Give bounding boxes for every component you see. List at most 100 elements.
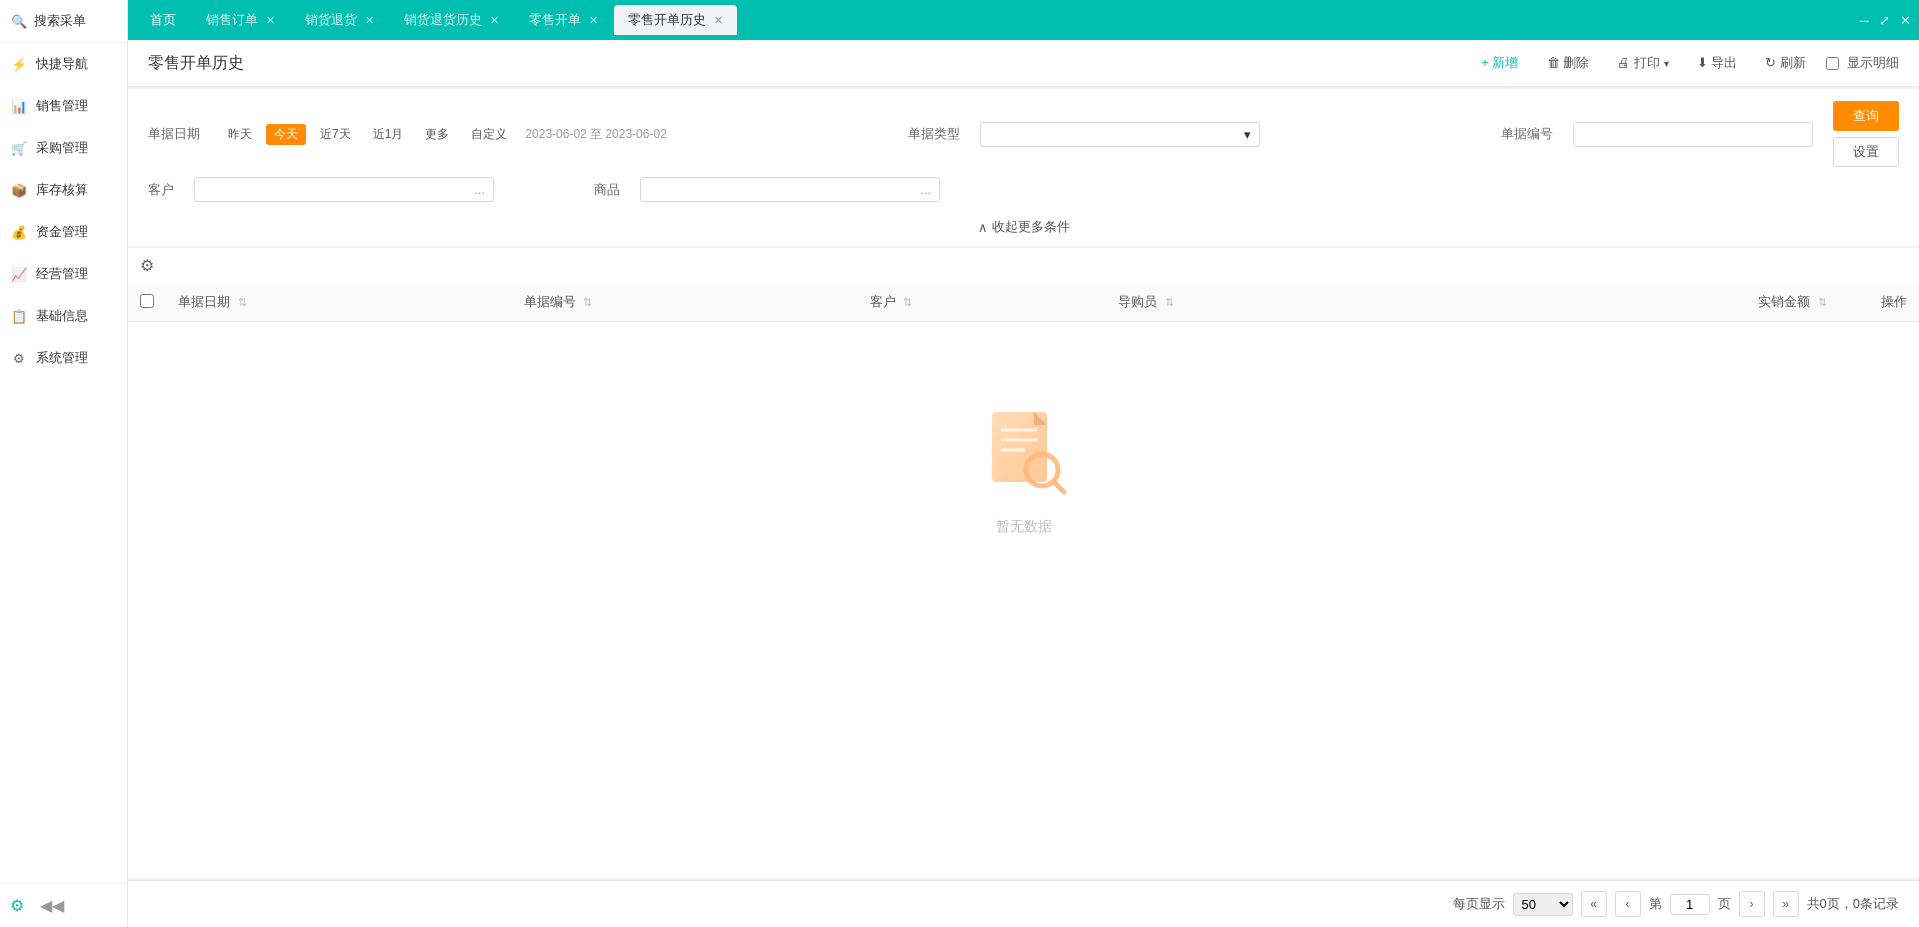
sort-number-icon: ⇅ — [583, 296, 592, 308]
type-label: 单据类型 — [908, 125, 960, 143]
refresh-button[interactable]: ↻ 刷新 — [1757, 50, 1814, 76]
restore-icon[interactable]: ⤢ — [1879, 13, 1890, 28]
basic-info-icon: 📋 — [10, 307, 28, 325]
date-range: 2023-06-02 至 2023-06-02 — [525, 126, 666, 143]
search-item[interactable]: 🔍 搜索采单 — [0, 0, 127, 43]
sort-date-icon: ⇅ — [238, 296, 247, 308]
svg-line-6 — [1054, 482, 1064, 492]
goods-input[interactable]: ... — [640, 177, 940, 202]
collapse-icon[interactable]: ◀◀ — [40, 896, 64, 915]
collapse-button[interactable]: ∧ 收起更多条件 — [148, 212, 1899, 242]
col-spacer — [1404, 283, 1494, 322]
sidebar-item-label: 资金管理 — [36, 223, 88, 241]
tab-sales-return-label: 销货退货 — [305, 11, 357, 29]
search-icon: 🔍 — [10, 12, 28, 30]
date-shortcut-today[interactable]: 今天 — [266, 124, 306, 145]
settings-icon[interactable]: ⚙ — [10, 896, 24, 915]
page-input[interactable] — [1670, 894, 1710, 915]
tab-retail-open[interactable]: 零售开单 ✕ — [515, 5, 612, 35]
goods-ellipsis: ... — [920, 182, 931, 197]
col-customer[interactable]: 客户 ⇅ — [858, 283, 1107, 322]
add-label: + 新增 — [1481, 54, 1518, 72]
tab-retail-open-history-label: 零售开单历史 — [628, 11, 706, 29]
col-number-label: 单据编号 — [524, 294, 576, 309]
tab-sales-return-history[interactable]: 销货退货历史 ✕ — [390, 5, 513, 35]
settings-button[interactable]: 设置 — [1833, 137, 1899, 167]
close-icon[interactable]: ✕ — [1900, 13, 1911, 28]
select-all-checkbox[interactable] — [140, 294, 154, 308]
sidebar-item-finance[interactable]: 💰 资金管理 — [0, 211, 127, 253]
tab-sales-order-label: 销售订单 — [206, 11, 258, 29]
sidebar-item-label: 经营管理 — [36, 265, 88, 283]
sidebar-item-label: 销售管理 — [36, 97, 88, 115]
tab-sales-return-history-close[interactable]: ✕ — [490, 14, 499, 27]
minimize-icon[interactable]: ─ — [1860, 13, 1869, 28]
sidebar-item-quick-nav[interactable]: ⚡ 快捷导航 — [0, 43, 127, 85]
tab-sales-return-history-label: 销货退货历史 — [404, 11, 482, 29]
date-shortcut-7days[interactable]: 近7天 — [312, 124, 359, 145]
per-page-select[interactable]: 10 20 50 100 — [1513, 893, 1573, 916]
last-page-button[interactable]: » — [1773, 891, 1799, 917]
date-shortcut-1month[interactable]: 近1月 — [365, 124, 412, 145]
type-select-arrow: ▾ — [1244, 127, 1251, 142]
checkbox-header — [128, 283, 166, 322]
sidebar: 🔍 搜索采单 ⚡ 快捷导航 📊 销售管理 🛒 采购管理 📦 库存核算 💰 资金管… — [0, 0, 128, 927]
date-shortcut-yesterday[interactable]: 昨天 — [220, 124, 260, 145]
sidebar-item-inventory[interactable]: 📦 库存核算 — [0, 169, 127, 211]
col-customer-label: 客户 — [870, 294, 896, 309]
next-page-button[interactable]: › — [1739, 891, 1765, 917]
delete-button[interactable]: 🗑 删除 — [1539, 50, 1598, 76]
tab-sales-order[interactable]: 销售订单 ✕ — [192, 5, 289, 35]
tab-retail-open-history[interactable]: 零售开单历史 ✕ — [614, 5, 737, 35]
col-amount[interactable]: 实销金额 ⇅ — [1493, 283, 1839, 322]
date-shortcut-custom[interactable]: 自定义 — [463, 124, 515, 145]
tab-home[interactable]: 首页 — [136, 5, 190, 35]
col-amount-label: 实销金额 — [1758, 294, 1810, 309]
print-dropdown-icon[interactable]: ▾ — [1664, 58, 1669, 69]
tab-sales-return[interactable]: 销货退货 ✕ — [291, 5, 388, 35]
sidebar-item-label: 系统管理 — [36, 349, 88, 367]
finance-icon: 💰 — [10, 223, 28, 241]
empty-cell: 暂无数据 — [128, 322, 1919, 617]
date-shortcut-more[interactable]: 更多 — [417, 124, 457, 145]
tab-retail-open-close[interactable]: ✕ — [589, 14, 598, 27]
prev-page-button[interactable]: ‹ — [1615, 891, 1641, 917]
display-checkbox[interactable] — [1826, 57, 1839, 70]
customer-input[interactable]: ... — [194, 177, 494, 202]
sidebar-item-operations[interactable]: 📈 经营管理 — [0, 253, 127, 295]
print-button[interactable]: 🖨 打印 ▾ — [1609, 50, 1677, 76]
export-button[interactable]: ⬇ 导出 — [1689, 50, 1746, 76]
sidebar-item-basic-info[interactable]: 📋 基础信息 — [0, 295, 127, 337]
col-salesperson[interactable]: 导购员 ⇅ — [1106, 283, 1403, 322]
sidebar-item-system[interactable]: ⚙ 系统管理 — [0, 337, 127, 379]
top-nav: 首页 销售订单 ✕ 销货退货 ✕ 销货退货历史 ✕ 零售开单 ✕ 零售开单历史 … — [128, 0, 1919, 40]
sort-salesperson-icon: ⇅ — [1165, 296, 1174, 308]
empty-icon — [974, 402, 1074, 502]
display-toggle[interactable]: 显示明细 — [1826, 54, 1899, 72]
export-label: ⬇ 导出 — [1697, 54, 1738, 72]
first-page-button[interactable]: « — [1581, 891, 1607, 917]
main-area: 首页 销售订单 ✕ 销货退货 ✕ 销货退货历史 ✕ 零售开单 ✕ 零售开单历史 … — [128, 0, 1919, 927]
inventory-icon: 📦 — [10, 181, 28, 199]
tab-retail-open-history-close[interactable]: ✕ — [714, 14, 723, 27]
sidebar-item-label: 快捷导航 — [36, 55, 88, 73]
empty-state: 暂无数据 — [128, 322, 1919, 616]
tab-sales-order-close[interactable]: ✕ — [266, 14, 275, 27]
page-header: 零售开单历史 + 新增 🗑 删除 🖨 打印 ▾ ⬇ 导出 ↻ 刷新 — [128, 40, 1919, 87]
number-input[interactable] — [1573, 122, 1813, 147]
add-button[interactable]: + 新增 — [1473, 50, 1526, 76]
sidebar-item-label: 采购管理 — [36, 139, 88, 157]
page-title: 零售开单历史 — [148, 53, 244, 74]
date-shortcuts: 昨天 今天 近7天 近1月 更多 自定义 2023-06-02 至 2023-0… — [220, 124, 667, 145]
sidebar-item-sales-mgmt[interactable]: 📊 销售管理 — [0, 85, 127, 127]
sidebar-item-purchase-mgmt[interactable]: 🛒 采购管理 — [0, 127, 127, 169]
tab-sales-return-close[interactable]: ✕ — [365, 14, 374, 27]
sort-amount-icon: ⇅ — [1818, 296, 1827, 308]
type-select[interactable]: ▾ — [980, 122, 1260, 147]
number-label: 单据编号 — [1501, 125, 1553, 143]
col-number[interactable]: 单据编号 ⇅ — [512, 283, 858, 322]
query-button[interactable]: 查询 — [1833, 101, 1899, 131]
table-settings-icon[interactable]: ⚙ — [140, 256, 154, 275]
col-date[interactable]: 单据日期 ⇅ — [166, 283, 512, 322]
purchase-mgmt-icon: 🛒 — [10, 139, 28, 157]
